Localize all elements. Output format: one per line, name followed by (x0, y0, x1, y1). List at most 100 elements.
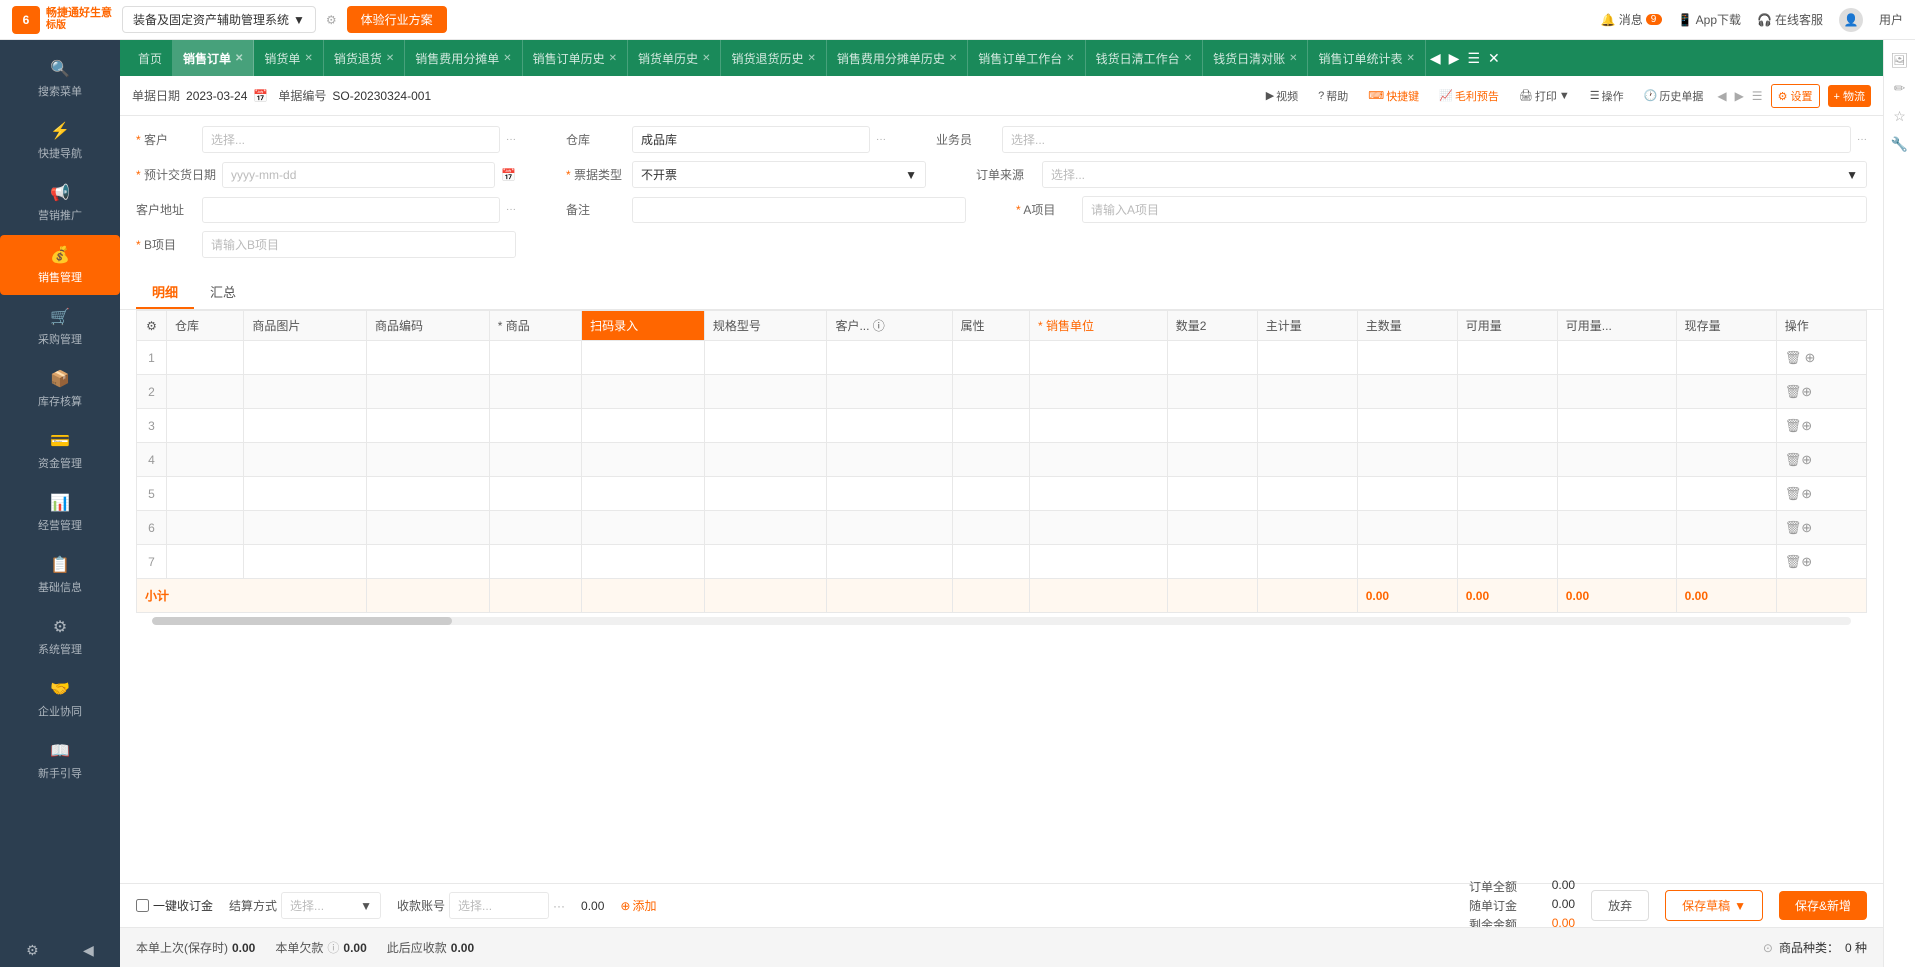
table-scrollbar[interactable] (152, 617, 1851, 625)
nav-left-icon[interactable]: ◀ (1717, 89, 1726, 103)
shortcut-btn[interactable]: ⌨ 快捷键 (1362, 85, 1425, 107)
subtab-detail[interactable]: 明细 (136, 276, 194, 309)
tab-next-btn[interactable]: ▶ (1445, 50, 1464, 67)
system-selector[interactable]: 装备及固定资产辅助管理系统 ▼ (122, 6, 316, 33)
sidebar-item-management[interactable]: 📊 经营管理 (0, 483, 120, 543)
copy-row-icon[interactable]: ⊕ (1801, 452, 1812, 467)
customer-more-icon[interactable]: ··· (506, 134, 516, 145)
tab-close-icon[interactable]: ✕ (235, 53, 243, 64)
history-btn[interactable]: 🕐 历史单据 (1638, 85, 1710, 107)
tab-close-icon[interactable]: ✕ (807, 53, 815, 64)
tab-close-icon[interactable]: ✕ (503, 53, 511, 64)
tab-sales-single[interactable]: 销货单 ✕ (254, 40, 323, 76)
account-select[interactable]: 选择... (449, 892, 549, 919)
layout-list-icon[interactable]: ☰ (1752, 89, 1763, 103)
tab-cost-history[interactable]: 销售费用分摊单历史 ✕ (827, 40, 968, 76)
warehouse-more-icon[interactable]: ··· (876, 134, 886, 145)
staff-input[interactable]: 选择... (1002, 126, 1851, 153)
user-name[interactable]: 用户 (1879, 11, 1903, 28)
sidebar-item-purchase[interactable]: 🛒 采购管理 (0, 297, 120, 357)
staff-more-icon[interactable]: ··· (1857, 134, 1867, 145)
payment-select[interactable]: 选择... ▼ (281, 892, 381, 919)
collapse-icon[interactable]: ◀ (83, 942, 94, 959)
tab-close-icon[interactable]: ✕ (1289, 53, 1297, 64)
tab-single-history[interactable]: 销货单历史 ✕ (628, 40, 721, 76)
tab-prev-btn[interactable]: ◀ (1426, 50, 1445, 67)
delivery-input[interactable]: yyyy-mm-dd (222, 162, 495, 188)
col-scan[interactable]: 扫码录入 (582, 311, 705, 341)
user-avatar[interactable]: 👤 (1839, 8, 1863, 32)
tab-close-icon[interactable]: ✕ (1184, 53, 1192, 64)
delete-row-icon[interactable]: 🗑 (1785, 418, 1802, 433)
tab-close-icon[interactable]: ✕ (1407, 53, 1415, 64)
panel-edit-btn[interactable]: ✏ (1888, 76, 1912, 100)
calendar-icon[interactable]: 📅 (501, 168, 516, 182)
industry-btn[interactable]: 体验行业方案 (347, 6, 447, 33)
subtab-summary[interactable]: 汇总 (194, 276, 252, 309)
panel-bookmark-btn[interactable]: ☆ (1888, 104, 1912, 128)
delete-row-icon[interactable]: 🗑 (1785, 384, 1802, 399)
material-btn[interactable]: + 物流 (1828, 85, 1872, 107)
discard-btn[interactable]: 放弃 (1591, 890, 1649, 921)
copy-row-icon[interactable]: ⊕ (1801, 418, 1812, 433)
delete-row-icon[interactable]: 🗑 (1785, 350, 1802, 365)
account-more-icon[interactable]: ··· (553, 899, 565, 913)
col-settings[interactable]: ⚙ (137, 311, 167, 341)
panel-tool-btn[interactable]: 🔧 (1888, 132, 1912, 156)
tab-close-icon[interactable]: ✕ (702, 53, 710, 64)
delete-row-icon[interactable]: 🗑 (1785, 520, 1802, 535)
sidebar-item-system[interactable]: ⚙ 系统管理 (0, 607, 120, 667)
delete-row-icon[interactable]: 🗑 (1785, 452, 1802, 467)
settings-btn[interactable]: ⚙ 设置 (1771, 84, 1820, 108)
installment-checkbox[interactable] (136, 899, 149, 912)
tab-daily-account[interactable]: 钱货日清对账 ✕ (1203, 40, 1308, 76)
tab-daily-clear[interactable]: 钱货日清工作台 ✕ (1086, 40, 1203, 76)
view-btn[interactable]: ▶ 视频 (1260, 85, 1304, 107)
tab-close-icon[interactable]: ✕ (1066, 53, 1074, 64)
delete-row-icon[interactable]: 🗑 (1785, 554, 1802, 569)
copy-row-icon[interactable]: ⊕ (1801, 384, 1812, 399)
tab-close-all-btn[interactable]: ✕ (1484, 50, 1504, 67)
tab-close-icon[interactable]: ✕ (304, 53, 312, 64)
sidebar-item-collab[interactable]: 🤝 企业协同 (0, 669, 120, 729)
customer-input[interactable]: 选择... (202, 126, 500, 153)
sidebar-item-search[interactable]: 🔍 搜索菜单 (0, 49, 120, 109)
sidebar-item-marketing[interactable]: 📢 营销推广 (0, 173, 120, 233)
settings-bottom-icon[interactable]: ⚙ (26, 942, 39, 959)
operation-btn[interactable]: ☰ 操作 (1584, 85, 1630, 107)
app-download-btn[interactable]: 📱 App下载 (1678, 11, 1741, 28)
warehouse-input[interactable]: 成品库 (632, 126, 870, 153)
tab-cost-split[interactable]: 销售费用分摊单 ✕ (405, 40, 522, 76)
tab-return-history[interactable]: 销货退货历史 ✕ (721, 40, 826, 76)
tab-returns[interactable]: 销货退货 ✕ (324, 40, 405, 76)
tab-close-icon[interactable]: ✕ (949, 53, 957, 64)
info-icon[interactable]: ⓘ (327, 939, 339, 956)
notification-btn[interactable]: 🔔 消息 9 (1601, 11, 1662, 28)
a-project-input[interactable]: 请输入A项目 (1082, 196, 1867, 223)
tab-order-workbench[interactable]: 销售订单工作台 ✕ (968, 40, 1085, 76)
panel-image-btn[interactable]: 🖼 (1888, 48, 1912, 72)
remark-input[interactable] (632, 197, 966, 223)
copy-row-icon[interactable]: ⊕ (1801, 520, 1812, 535)
tab-stats[interactable]: 销售订单统计表 ✕ (1308, 40, 1425, 76)
sidebar-item-sales[interactable]: 💰 销售管理 (0, 235, 120, 295)
print-btn[interactable]: 🖨 打印 ▼ (1513, 85, 1576, 107)
sidebar-item-guide[interactable]: 📖 新手引导 (0, 731, 120, 791)
sidebar-item-nav[interactable]: ⚡ 快捷导航 (0, 111, 120, 171)
tab-sales-order[interactable]: 销售订单 ✕ (173, 40, 254, 76)
address-more-icon[interactable]: ··· (506, 204, 516, 215)
tab-order-history[interactable]: 销售订单历史 ✕ (523, 40, 628, 76)
address-input[interactable] (202, 197, 500, 223)
delete-row-icon[interactable]: 🗑 (1785, 486, 1802, 501)
invoice-select[interactable]: 不开票 ▼ (632, 161, 926, 188)
save-draft-btn[interactable]: 保存草稿 ▼ (1665, 890, 1763, 921)
tab-home[interactable]: 首页 (128, 40, 173, 76)
save-new-btn[interactable]: 保存&新增 (1779, 891, 1867, 920)
copy-row-icon[interactable]: ⊕ (1801, 554, 1812, 569)
calendar-icon[interactable]: 📅 (253, 89, 268, 103)
copy-row-icon[interactable]: ⊕ (1801, 486, 1812, 501)
tab-close-icon[interactable]: ✕ (386, 53, 394, 64)
sidebar-item-finance[interactable]: 💳 资金管理 (0, 421, 120, 481)
sidebar-item-inventory[interactable]: 📦 库存核算 (0, 359, 120, 419)
copy-row-icon[interactable]: ⊕ (1805, 350, 1816, 365)
